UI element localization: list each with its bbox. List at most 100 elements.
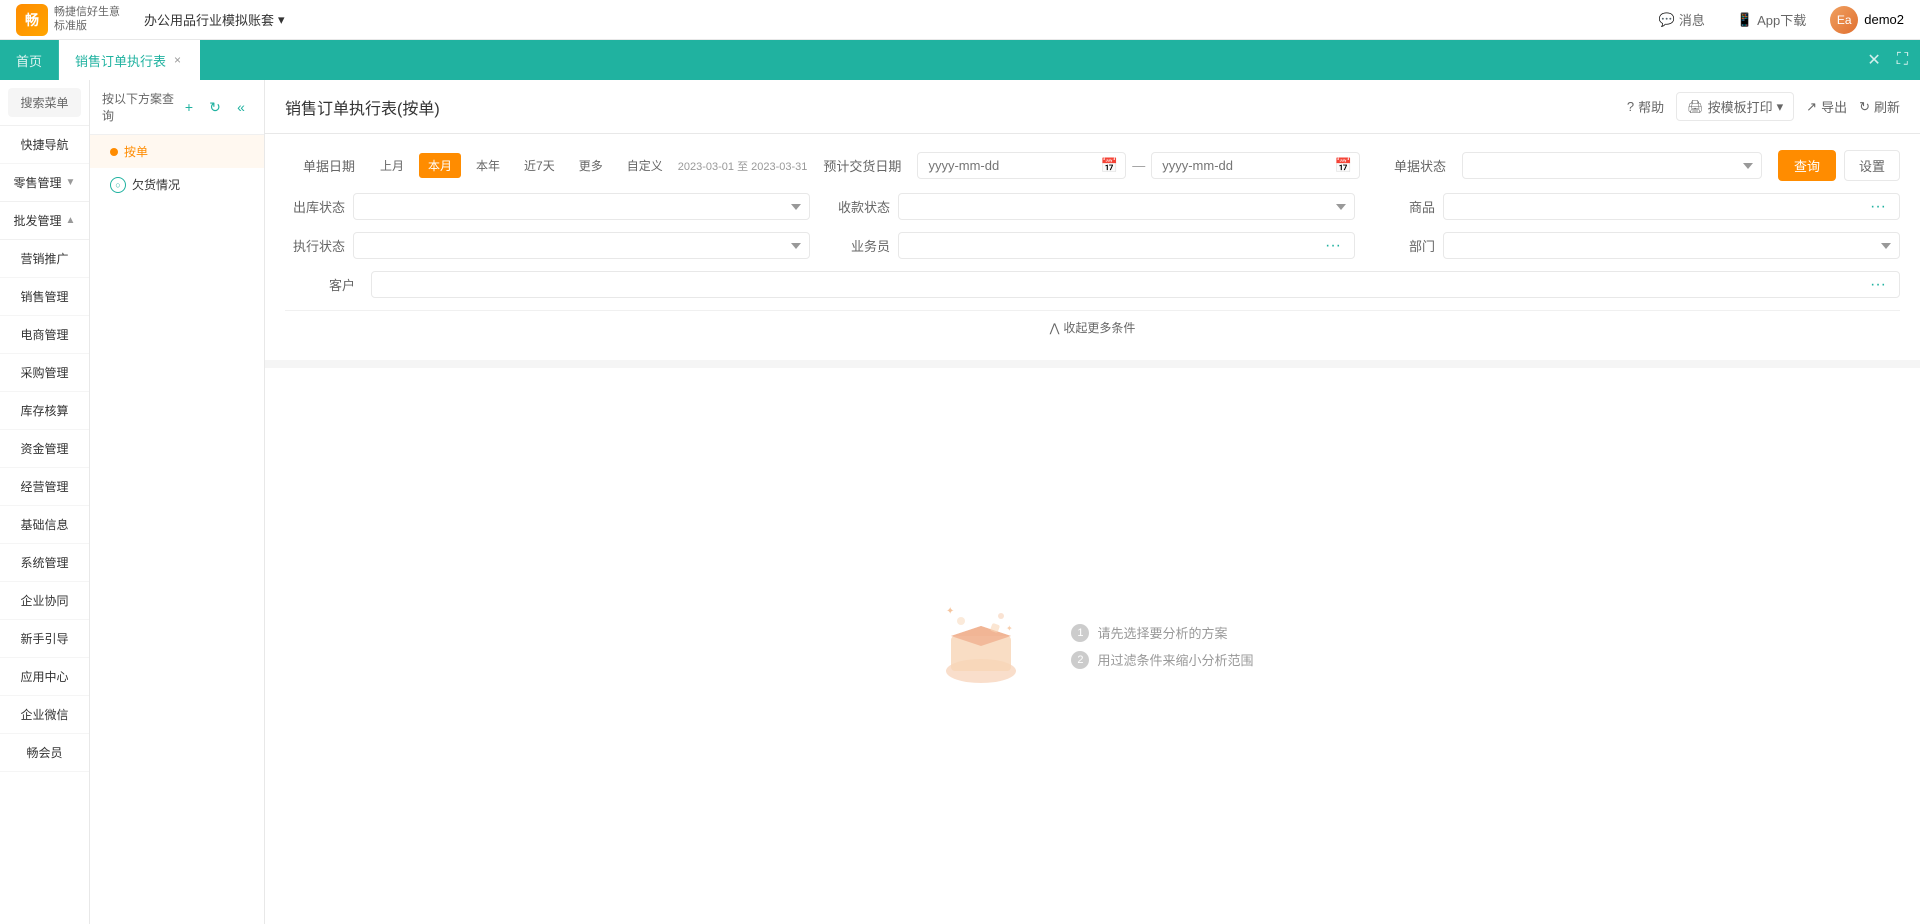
chevron-down-icon: ▼ <box>66 177 76 188</box>
staff-input[interactable] <box>898 232 1355 259</box>
dept-select[interactable] <box>1443 232 1900 259</box>
query-button[interactable]: 查询 <box>1778 150 1836 181</box>
expected-date-label: 预计交货日期 <box>823 156 901 175</box>
sidebar-item-member[interactable]: 畅会员 <box>0 734 89 772</box>
refresh-button[interactable]: ↻ 刷新 <box>1859 97 1900 116</box>
date-tab-more[interactable]: 更多 <box>570 153 612 178</box>
settings-button[interactable]: 设置 <box>1844 150 1900 181</box>
sidebar-item-enterprise[interactable]: 企业协同 <box>0 582 89 620</box>
goods-input[interactable] <box>1443 193 1900 220</box>
expected-date-start-input[interactable] <box>917 152 1126 179</box>
refresh-scheme-button[interactable]: ↻ <box>204 96 226 118</box>
status-select[interactable] <box>1462 152 1762 179</box>
exec-status-label: 执行状态 <box>285 236 345 255</box>
sidebar-item-system[interactable]: 系统管理 <box>0 544 89 582</box>
date-tab-this-month[interactable]: 本月 <box>419 153 461 178</box>
left-panel-item-order[interactable]: 按单 <box>90 135 264 168</box>
date-separator: — <box>1132 158 1145 173</box>
message-icon: 💬 <box>1659 12 1675 28</box>
expected-date-end-input[interactable] <box>1151 152 1360 179</box>
goods-field: ··· <box>1443 193 1900 220</box>
staff-dots-icon[interactable]: ··· <box>1319 235 1347 257</box>
export-button[interactable]: ↗ 导出 <box>1806 97 1847 116</box>
filter-row-4: 客户 ··· <box>285 271 1900 298</box>
print-icon: 🖨 <box>1687 99 1704 115</box>
dept-label: 部门 <box>1375 236 1435 255</box>
add-scheme-button[interactable]: + <box>178 96 200 118</box>
collapse-panel-button[interactable]: « <box>230 96 252 118</box>
print-dropdown-icon: ▾ <box>1777 99 1784 115</box>
sidebar-item-finance[interactable]: 资金管理 <box>0 430 89 468</box>
avatar: Ea <box>1830 6 1858 34</box>
tab-bar-right: ✕ ⛶ <box>1863 46 1920 74</box>
calendar-icon-2: 📅 <box>1335 157 1352 174</box>
sidebar-group-wholesale-header[interactable]: 批发管理 ▲ <box>0 202 89 239</box>
top-bar: 畅 畅捷信好生意 标准版 办公用品行业模拟账套 ▾ 💬 消息 📱 App下载 E… <box>0 0 1920 40</box>
out-status-filter: 出库状态 <box>285 193 810 220</box>
exec-status-select[interactable] <box>353 232 810 259</box>
download-icon: 📱 <box>1737 12 1753 28</box>
customer-dots-icon[interactable]: ··· <box>1864 274 1892 296</box>
print-button[interactable]: 🖨 按模板打印 ▾ <box>1676 92 1794 121</box>
empty-hint-2: 2 用过滤条件来缩小分析范围 <box>1071 650 1253 669</box>
sidebar-group-retail-header[interactable]: 零售管理 ▼ <box>0 164 89 201</box>
collect-status-label: 收款状态 <box>830 197 890 216</box>
sidebar-item-appcenter[interactable]: 应用中心 <box>0 658 89 696</box>
company-selector[interactable]: 办公用品行业模拟账套 ▾ <box>136 6 293 33</box>
sidebar-item-newuser[interactable]: 新手引导 <box>0 620 89 658</box>
export-icon: ↗ <box>1806 99 1817 115</box>
sidebar-item-shortcut[interactable]: 快捷导航 <box>0 126 89 164</box>
date-tab-last-month[interactable]: 上月 <box>371 153 413 178</box>
staff-filter: 业务员 ··· <box>830 232 1355 259</box>
sidebar-item-marketing[interactable]: 营销推广 <box>0 240 89 278</box>
help-button[interactable]: ? 帮助 <box>1627 97 1664 116</box>
sidebar-item-inventory[interactable]: 库存核算 <box>0 392 89 430</box>
sidebar-item-operations[interactable]: 经营管理 <box>0 468 89 506</box>
dept-filter: 部门 <box>1375 232 1900 259</box>
empty-state: ✦ ✦ 1 请先选择要分析的方案 2 用过滤条件来缩小分析范围 <box>265 368 1920 924</box>
app-download-button[interactable]: 📱 App下载 <box>1729 6 1814 33</box>
collect-status-select[interactable] <box>898 193 1355 220</box>
collapse-filter-button[interactable]: ⋀ 收起更多条件 <box>285 310 1900 344</box>
search-menu-button[interactable]: 搜索菜单 <box>8 88 81 117</box>
active-dot-icon <box>110 148 118 156</box>
collapse-up-icon: ⋀ <box>1050 321 1060 335</box>
tab-sales-order[interactable]: 销售订单执行表 × <box>59 40 200 80</box>
tab-bar: 首页 销售订单执行表 × ✕ ⛶ <box>0 40 1920 80</box>
circle-icon: ○ <box>110 177 126 193</box>
maximize-icon[interactable]: ⛶ <box>1893 47 1912 73</box>
logo-text: 畅捷信好生意 标准版 <box>54 6 120 32</box>
page-title: 销售订单执行表(按单) <box>285 95 440 119</box>
goods-dots-icon[interactable]: ··· <box>1864 196 1892 218</box>
customer-input[interactable] <box>371 271 1900 298</box>
staff-field: ··· <box>898 232 1355 259</box>
date-tab-this-year[interactable]: 本年 <box>467 153 509 178</box>
left-panel-actions: + ↻ « <box>178 96 252 118</box>
refresh-icon: ↻ <box>1859 99 1870 115</box>
tab-close-button[interactable]: × <box>172 51 183 69</box>
date-label: 单据日期 <box>285 156 355 175</box>
left-panel-item-shortage[interactable]: ○ 欠货情况 <box>90 168 264 201</box>
sidebar-item-wechat[interactable]: 企业微信 <box>0 696 89 734</box>
out-status-label: 出库状态 <box>285 197 345 216</box>
close-window-icon[interactable]: ✕ <box>1863 46 1884 74</box>
out-status-select[interactable] <box>353 193 810 220</box>
content-area: 销售订单执行表(按单) ? 帮助 🖨 按模板打印 ▾ ↗ 导出 ↻ 刷新 <box>265 80 1920 924</box>
calendar-icon: 📅 <box>1101 157 1118 174</box>
sidebar-item-sales[interactable]: 销售管理 <box>0 278 89 316</box>
filter-row-3: 执行状态 业务员 ··· 部门 <box>285 232 1900 259</box>
sidebar-item-basic[interactable]: 基础信息 <box>0 506 89 544</box>
sidebar-item-purchase[interactable]: 采购管理 <box>0 354 89 392</box>
date-tab-custom[interactable]: 自定义 <box>618 153 672 178</box>
left-panel: 按以下方案查询 + ↻ « 按单 ○ 欠货情况 <box>90 80 265 924</box>
sidebar: 搜索菜单 快捷导航 零售管理 ▼ 批发管理 ▲ 营销推广 销售管理 电商管理 采… <box>0 80 90 924</box>
chevron-down-icon: ▾ <box>278 12 285 28</box>
tab-home[interactable]: 首页 <box>0 40 59 80</box>
message-button[interactable]: 💬 消息 <box>1651 6 1713 33</box>
empty-text-block: 1 请先选择要分析的方案 2 用过滤条件来缩小分析范围 <box>1071 623 1253 669</box>
empty-hint-1: 1 请先选择要分析的方案 <box>1071 623 1253 642</box>
user-avatar-area[interactable]: Ea demo2 <box>1830 6 1904 34</box>
date-tab-7days[interactable]: 近7天 <box>515 153 564 178</box>
sidebar-item-ecommerce[interactable]: 电商管理 <box>0 316 89 354</box>
staff-label: 业务员 <box>830 236 890 255</box>
